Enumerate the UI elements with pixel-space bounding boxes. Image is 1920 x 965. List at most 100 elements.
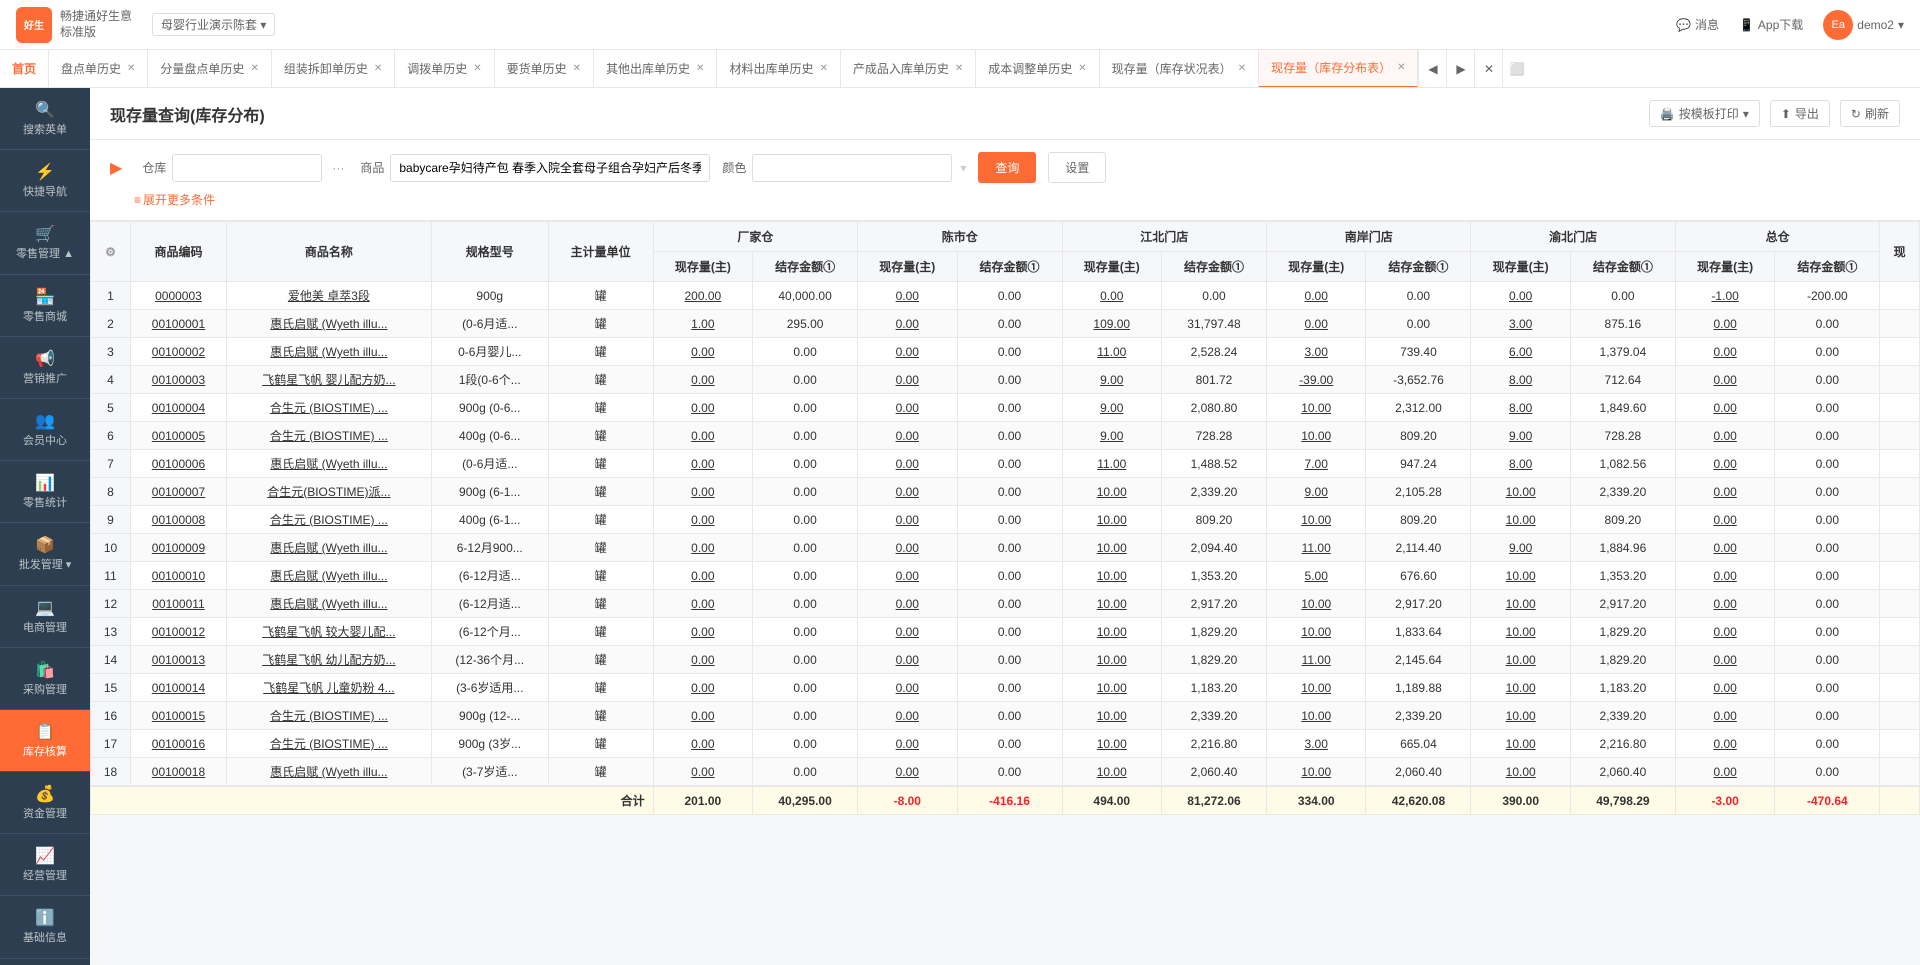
th-chenshi-warehouse: 陈市仓	[858, 222, 1062, 252]
collapse-arrow[interactable]: ▶	[110, 158, 122, 178]
page-title: 现存量查询(库存分布)	[110, 102, 265, 126]
sidebar-item-finance[interactable]: 💰 资金管理	[0, 772, 90, 834]
tab-close-pandian[interactable]: ✕	[127, 63, 135, 74]
bizmanage-icon: 📈	[35, 846, 55, 866]
tab-yaohuo[interactable]: 要货单历史 ✕	[495, 50, 594, 88]
retail-icon: 🛒	[35, 224, 55, 244]
logo-area: 好生 畅捷通好生意 标准版 母婴行业演示陈套 ▾	[16, 7, 275, 43]
table-row: 1800100018惠氏启赋 (Wyeth illu...(3-7岁适...罐0…	[91, 758, 1920, 787]
warehouse-search: 仓库 ···	[142, 154, 348, 182]
tab-close-diaobo[interactable]: ✕	[473, 63, 481, 74]
th-spec: 规格型号	[431, 222, 548, 282]
wholesale-icon: 📦	[35, 535, 55, 555]
sidebar-item-mall[interactable]: 🏪 零售商城	[0, 275, 90, 337]
color-input[interactable]	[752, 154, 952, 182]
print-btn[interactable]: 🖨️ 按模板打印 ▾	[1649, 100, 1760, 127]
sidebar-item-member[interactable]: 👥 会员中心	[0, 399, 90, 461]
tab-qitachuku[interactable]: 其他出库单历史 ✕	[594, 50, 717, 88]
table-row: 500100004合生元 (BIOSTIME) ...900g (0-6...罐…	[91, 394, 1920, 422]
message-btn[interactable]: 💬 消息	[1676, 16, 1719, 33]
sidebar-item-inventory[interactable]: 📋 库存核算	[0, 710, 90, 772]
footer-yb-amount: 49,798.29	[1570, 786, 1675, 815]
user-menu[interactable]: Ea demo2 ▾	[1823, 10, 1904, 40]
th-settings[interactable]: ⚙	[91, 222, 131, 282]
tab-xiancunfen[interactable]: 现存量（库存分布表） ✕	[1259, 50, 1418, 88]
sidebar-item-purchase[interactable]: 🛍️ 采购管理	[0, 648, 90, 710]
search-row: ▶ 仓库 ··· 商品 颜色 ▾ 查询 设置	[110, 152, 1900, 183]
query-btn[interactable]: 查询	[978, 152, 1036, 183]
sidebar-item-quicknav[interactable]: ⚡ 快捷导航	[0, 150, 90, 212]
mall-icon: 🏪	[35, 287, 55, 307]
table-row: 200100001惠氏启赋 (Wyeth illu...(0-6月适...罐1.…	[91, 310, 1920, 338]
warehouse-label: 仓库	[142, 159, 166, 176]
tab-next-btn[interactable]: ▶	[1446, 50, 1474, 88]
tab-diaobo[interactable]: 调拨单历史 ✕	[395, 50, 494, 88]
expand-conditions-btn[interactable]: ≡ 展开更多条件	[134, 191, 1900, 208]
th-total: 总仓	[1675, 222, 1879, 252]
print-chevron-icon: ▾	[1743, 107, 1749, 121]
page-header: 现存量查询(库存分布) 🖨️ 按模板打印 ▾ ⬆ 导出 ↻ 刷新	[90, 88, 1920, 140]
tab-close-all-btn[interactable]: ✕	[1474, 50, 1502, 88]
footer-fc-amount: 40,295.00	[753, 786, 858, 815]
th-nanan-store: 南岸门店	[1266, 222, 1470, 252]
tab-close-clchuku[interactable]: ✕	[819, 63, 827, 74]
footer-cs-stock: -8.00	[858, 786, 957, 815]
warehouse-input[interactable]	[172, 154, 322, 182]
sidebar-item-retailstat[interactable]: 📊 零售统计	[0, 461, 90, 523]
product-input[interactable]	[390, 154, 710, 182]
tab-close-xiancunzhuang[interactable]: ✕	[1238, 63, 1246, 74]
sidebar-item-search[interactable]: 🔍 搜索英单	[0, 88, 90, 150]
tab-prev-btn[interactable]: ◀	[1418, 50, 1446, 88]
tab-close-qitachuku[interactable]: ✕	[696, 63, 704, 74]
tab-zuzhuan[interactable]: 组装拆卸单历史 ✕	[272, 50, 395, 88]
expand-row: ≡ 展开更多条件	[110, 191, 1900, 208]
sidebar-item-bizmanage[interactable]: 📈 经营管理	[0, 834, 90, 896]
tab-fenpandian[interactable]: 分量盘点单历史 ✕	[148, 50, 271, 88]
purchase-icon: 🛍️	[35, 660, 55, 680]
tab-close-fenpandian[interactable]: ✕	[250, 63, 258, 74]
tab-close-chengben[interactable]: ✕	[1078, 63, 1086, 74]
industry-selector[interactable]: 母婴行业演示陈套 ▾	[152, 13, 275, 36]
refresh-btn[interactable]: ↻ 刷新	[1840, 100, 1900, 127]
tab-chengben[interactable]: 成本调整单历史 ✕	[976, 50, 1099, 88]
th-yubei-store: 渝北门店	[1471, 222, 1675, 252]
footer-label: 合计	[91, 786, 654, 815]
tab-close-yaohuo[interactable]: ✕	[573, 63, 581, 74]
tab-chengpin[interactable]: 产成品入库单历史 ✕	[841, 50, 976, 88]
data-table: ⚙ 商品编码 商品名称 规格型号 主计量单位 厂家仓 陈市仓 江北门店 南岸门店…	[90, 221, 1920, 815]
tab-home[interactable]: 首页	[0, 50, 49, 88]
export-btn[interactable]: ⬆ 导出	[1770, 100, 1830, 127]
tab-clchuku[interactable]: 材料出库单历史 ✕	[717, 50, 840, 88]
table-wrapper[interactable]: ⚙ 商品编码 商品名称 规格型号 主计量单位 厂家仓 陈市仓 江北门店 南岸门店…	[90, 221, 1920, 965]
tab-close-zuzhuan[interactable]: ✕	[374, 63, 382, 74]
th-fc-stock: 现存量(主)	[653, 252, 752, 282]
footer-cs-amount: -416.16	[957, 786, 1062, 815]
tab-close-xiancunfen[interactable]: ✕	[1397, 62, 1405, 73]
tab-expand-btn[interactable]: ⬜	[1502, 50, 1530, 88]
sidebar-item-ecom[interactable]: 💻 电商管理	[0, 586, 90, 648]
th-total-amount: 结存金额①	[1775, 252, 1880, 282]
logo-text: 畅捷通好生意 标准版	[60, 9, 132, 40]
footer-total-stock: -3.00	[1675, 786, 1774, 815]
table-settings-icon[interactable]: ⚙	[101, 242, 121, 262]
tab-close-chengpin[interactable]: ✕	[955, 63, 963, 74]
tab-xiancunzhuang[interactable]: 现存量（库存状况表） ✕	[1100, 50, 1259, 88]
main-layout: 🔍 搜索英单 ⚡ 快捷导航 🛒 零售管理 ▲ 🏪 零售商城 📢 营销推广 👥 会…	[0, 88, 1920, 965]
sidebar-item-wholesale[interactable]: 📦 批发管理 ▾	[0, 523, 90, 585]
footer-fc-stock: 201.00	[653, 786, 752, 815]
table-row: 900100008合生元 (BIOSTIME) ...400g (6-1...罐…	[91, 506, 1920, 534]
settings-btn[interactable]: 设置	[1048, 152, 1106, 183]
sidebar-item-marketing[interactable]: 📢 营销推广	[0, 337, 90, 399]
tab-pandian[interactable]: 盘点单历史 ✕	[49, 50, 148, 88]
app-download-btn[interactable]: 📱 App下载	[1739, 16, 1803, 33]
th-cs-stock: 现存量(主)	[858, 252, 957, 282]
sidebar-item-sysadmin[interactable]: ⚙️ 系统管理	[0, 959, 90, 965]
sidebar-item-retail[interactable]: 🛒 零售管理 ▲	[0, 212, 90, 274]
color-label: 颜色	[722, 159, 746, 176]
warehouse-dots-btn[interactable]: ···	[328, 161, 348, 175]
marketing-icon: 📢	[35, 349, 55, 369]
footer-na-amount: 42,620.08	[1366, 786, 1471, 815]
th-na-stock: 现存量(主)	[1266, 252, 1365, 282]
th-na-amount: 结存金额①	[1366, 252, 1471, 282]
sidebar-item-baseinfo[interactable]: ℹ️ 基础信息	[0, 896, 90, 958]
